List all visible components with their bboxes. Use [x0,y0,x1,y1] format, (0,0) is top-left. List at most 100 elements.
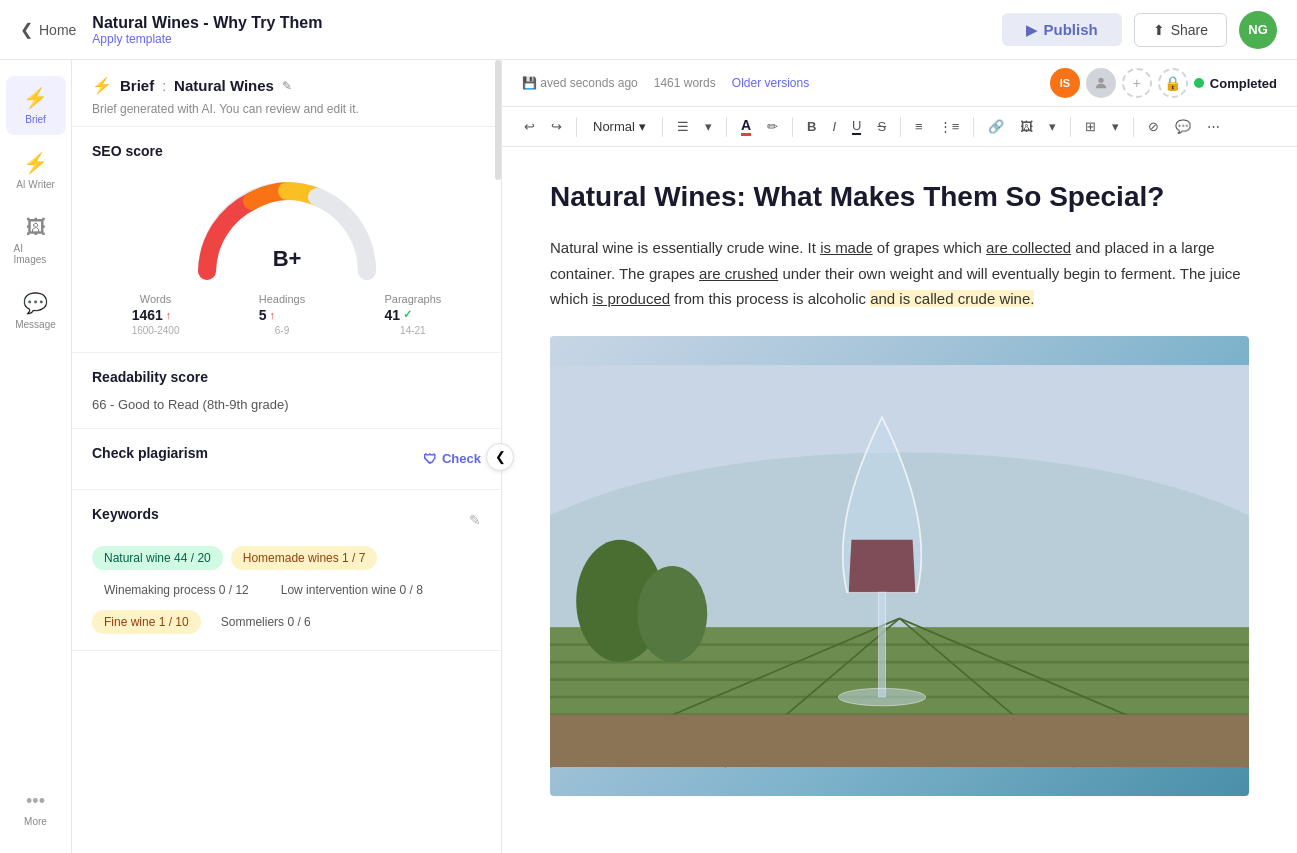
sidebar-item-more[interactable]: ••• More [6,781,66,837]
highlighted-phrase: and is called crude wine. [870,290,1034,307]
message-icon: 💬 [23,291,48,315]
table-options-button[interactable]: ▾ [1106,115,1125,138]
toolbar-divider-5 [900,117,901,137]
strikethrough-button[interactable]: S [871,115,892,138]
plagiarism-section: Check plagiarism 🛡 Check [72,429,501,490]
undo-button[interactable]: ↩ [518,115,541,138]
stat-paragraphs: Paragraphs 41 ✓ 14-21 [384,293,441,336]
check-plagiarism-button[interactable]: 🛡 Check [423,451,481,467]
brief-edit-icon[interactable]: ✎ [282,79,292,93]
apply-template-link[interactable]: Apply template [92,32,322,46]
collapse-panel-button[interactable]: ❮ [486,443,514,471]
completed-badge: Completed [1194,76,1277,91]
older-versions-link[interactable]: Older versions [732,76,809,90]
sidebar-item-ai-images[interactable]: 🖼 AI Images [6,206,66,275]
toolbar-divider-3 [726,117,727,137]
keywords-section: Keywords ✎ Natural wine 44 / 20 Homemade… [72,490,501,651]
saved-text: 💾 aved seconds ago [522,76,638,90]
add-user-button[interactable]: + [1122,68,1152,98]
editor-content[interactable]: Natural Wines: What Makes Them So Specia… [502,147,1297,853]
keyword-tag-fine-wine[interactable]: Fine wine 1 / 10 [92,610,201,634]
wine-scene-svg [550,336,1249,796]
paragraph-style-select[interactable]: Normal ▾ [585,115,654,138]
lock-button[interactable]: 🔒 [1158,68,1188,98]
stat-headings: Headings 5 ↑ 6-9 [259,293,305,336]
inline-underline-4: is produced [593,290,671,307]
stat-words-range: 1600-2400 [132,325,180,336]
readability-title: Readability score [92,369,481,385]
svg-text:B+: B+ [272,246,301,271]
inline-underline-1: is made [820,239,873,256]
inline-underline-2: are collected [986,239,1071,256]
editor-users: IS + 🔒 Completed [1050,68,1277,98]
underline-button[interactable]: U [846,114,867,139]
share-button[interactable]: ⬆ Share [1134,13,1227,47]
headings-arrow-icon: ↑ [270,309,276,321]
publish-label: Publish [1043,21,1097,38]
italic-button[interactable]: I [826,115,842,138]
align-button[interactable]: ☰ [671,115,695,138]
readability-section: Readability score 66 - Good to Read (8th… [72,353,501,429]
doc-title: Natural Wines - Why Try Them [92,14,322,32]
brief-icon: ⚡ [23,86,48,110]
redo-button[interactable]: ↪ [545,115,568,138]
bold-button[interactable]: B [801,115,822,138]
stat-words-label: Words [132,293,180,305]
user-avatar[interactable]: NG [1239,11,1277,49]
icon-sidebar: ⚡ Brief ⚡ AI Writer 🖼 AI Images 💬 Messag… [0,60,72,853]
ai-writer-icon: ⚡ [23,151,48,175]
svg-rect-18 [879,592,886,697]
plagiarism-title: Check plagiarism [92,445,208,461]
sidebar-item-brief[interactable]: ⚡ Brief [6,76,66,135]
keyword-tag-low-intervention[interactable]: Low intervention wine 0 / 8 [269,578,435,602]
brief-lightning-icon: ⚡ [92,76,112,95]
seo-score-section: SEO score B+ [72,127,501,353]
clear-format-button[interactable]: ⊘ [1142,115,1165,138]
nav-left: ❮ Home Natural Wines - Why Try Them Appl… [20,14,322,46]
title-block: Natural Wines - Why Try Them Apply templ… [92,14,322,46]
sidebar-item-message[interactable]: 💬 Message [6,281,66,340]
scroll-thumb[interactable] [495,60,501,180]
keywords-edit-icon[interactable]: ✎ [469,512,481,528]
align-options-button[interactable]: ▾ [699,115,718,138]
keyword-tag-sommeliers[interactable]: Sommeliers 0 / 6 [209,610,323,634]
text-color-button[interactable]: A [735,113,757,140]
format-toolbar: ↩ ↪ Normal ▾ ☰ ▾ A ✏ B I U S ≡ ⋮≡ 🔗 [502,107,1297,147]
shield-icon: 🛡 [423,451,437,467]
home-link[interactable]: ❮ Home [20,20,76,39]
brief-label: Brief [120,77,154,94]
inline-underline-3: are crushed [699,265,778,282]
keyword-tags-container: Natural wine 44 / 20 Homemade wines 1 / … [92,546,481,634]
stat-words-value: 1461 ↑ [132,307,180,323]
keyword-tag-natural-wine[interactable]: Natural wine 44 / 20 [92,546,223,570]
user-avatar-gray [1086,68,1116,98]
bullet-list-button[interactable]: ≡ [909,115,929,138]
wine-image [550,336,1249,796]
publish-button[interactable]: ▶ Publish [1002,13,1121,46]
numbered-list-button[interactable]: ⋮≡ [933,115,966,138]
svg-point-19 [838,688,925,705]
keyword-tag-homemade[interactable]: Homemade wines 1 / 7 [231,546,378,570]
user-avatar-is: IS [1050,68,1080,98]
link-button[interactable]: 🔗 [982,115,1010,138]
image-options-button[interactable]: ▾ [1043,115,1062,138]
green-dot-icon [1194,78,1204,88]
check-label: Check [442,451,481,466]
stat-headings-value: 5 ↑ [259,307,305,323]
comment-button[interactable]: 💬 [1169,115,1197,138]
paragraph-chevron-icon: ▾ [639,119,646,134]
sidebar-item-ai-writer[interactable]: ⚡ AI Writer [6,141,66,200]
more-dots-icon: ••• [26,791,45,812]
keyword-tag-winemaking[interactable]: Winemaking process 0 / 12 [92,578,261,602]
stat-headings-range: 6-9 [259,325,305,336]
more-options-button[interactable]: ⋯ [1201,115,1226,138]
paragraphs-check-icon: ✓ [403,308,412,321]
publish-icon: ▶ [1026,22,1037,38]
sidebar-label-ai-images: AI Images [14,243,58,265]
stat-paragraphs-label: Paragraphs [384,293,441,305]
highlight-button[interactable]: ✏ [761,115,784,138]
word-count: 1461 words [654,76,716,90]
image-button[interactable]: 🖼 [1014,115,1039,138]
svg-point-1 [1098,78,1103,83]
table-button[interactable]: ⊞ [1079,115,1102,138]
